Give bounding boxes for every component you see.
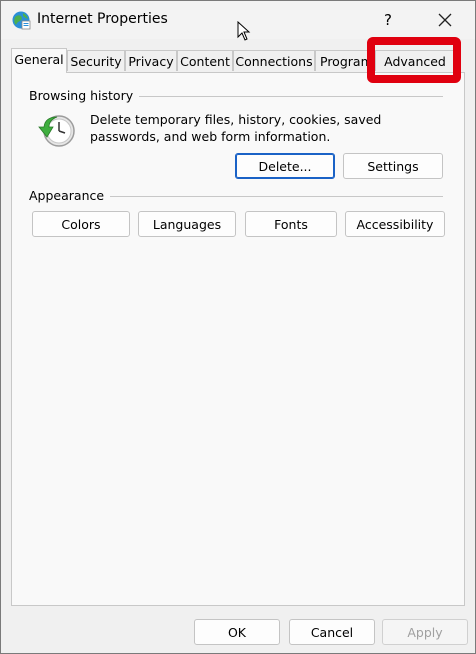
languages-button[interactable]: Languages (138, 211, 236, 237)
fonts-button[interactable]: Fonts (245, 211, 337, 237)
tab-content[interactable]: Content (177, 50, 233, 71)
tab-security[interactable]: Security (67, 50, 125, 71)
history-clock-icon (38, 115, 75, 147)
tab-privacy[interactable]: Privacy (125, 50, 177, 71)
browsing-history-heading: Browsing history (29, 88, 140, 103)
appearance-heading: Appearance (29, 188, 111, 203)
tab-general[interactable]: General (11, 48, 67, 73)
delete-button[interactable]: Delete... (235, 153, 335, 179)
ok-button[interactable]: OK (194, 619, 280, 645)
advanced-tab-highlight (367, 37, 461, 83)
close-button[interactable] (427, 5, 463, 35)
browsing-history-description: Delete temporary files, history, cookies… (90, 112, 382, 144)
tab-connections[interactable]: Connections (233, 50, 315, 71)
cancel-button[interactable]: Cancel (289, 619, 375, 645)
close-icon (438, 13, 452, 27)
help-button[interactable]: ? (371, 5, 405, 35)
internet-properties-dialog: Internet Properties ? General Security P… (0, 0, 476, 654)
settings-button[interactable]: Settings (343, 153, 443, 179)
mouse-cursor-icon (237, 21, 251, 41)
accessibility-button[interactable]: Accessibility (345, 211, 445, 237)
tab-programs[interactable]: Program (315, 50, 375, 71)
apply-button[interactable]: Apply (382, 619, 468, 645)
internet-globe-icon (12, 11, 31, 30)
colors-button[interactable]: Colors (32, 211, 130, 237)
window-title: Internet Properties (37, 11, 168, 27)
title-bar[interactable]: Internet Properties ? (1, 1, 475, 41)
